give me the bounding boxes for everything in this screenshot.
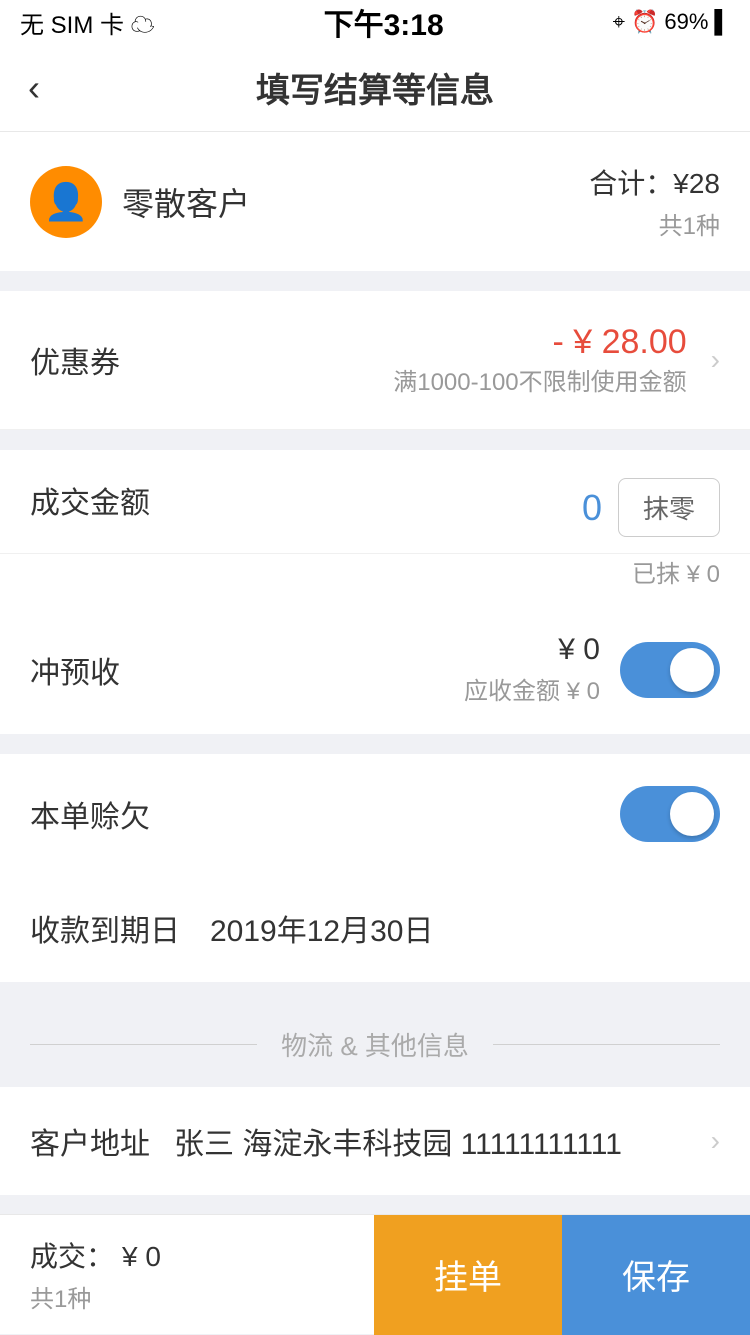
bottom-summary: 成交： ¥ 0 共1种 — [0, 1235, 374, 1314]
prepayment-row: 冲预收 ¥ 0 应收金额 ¥ 0 — [0, 605, 750, 734]
customer-summary: 合计：¥28 共1种 — [589, 162, 720, 241]
prepayment-toggle[interactable] — [620, 642, 720, 698]
duedate-row: 收款到期日 2019年12月30日 — [0, 874, 750, 982]
deal-amount-input[interactable] — [522, 487, 602, 529]
prepayment-section: 冲预收 ¥ 0 应收金额 ¥ 0 — [0, 605, 750, 734]
logistics-line-left — [30, 1044, 257, 1045]
location-icon: ⌖ — [613, 9, 625, 35]
hang-order-button[interactable]: 挂单 — [374, 1215, 562, 1335]
coupon-row[interactable]: 优惠券 - ¥ 28.00 满1000-100不限制使用金额 › — [0, 291, 750, 430]
address-section: 客户地址 张三 海淀永丰科技园 11111111111 › — [0, 1087, 750, 1195]
duedate-section: 收款到期日 2019年12月30日 — [0, 874, 750, 982]
deal-amount-label: 成交金额 — [30, 478, 150, 522]
customer-left: 👤 零散客户 — [30, 166, 250, 238]
deal-amount-sub: 已抹 ¥ 0 — [0, 554, 750, 605]
coupon-chevron-icon: › — [711, 344, 720, 376]
back-button[interactable]: ‹ — [28, 67, 40, 109]
address-value: 张三 海淀永丰科技园 11111111111 — [174, 1119, 703, 1163]
coupon-label: 优惠券 — [30, 338, 120, 382]
duedate-value: 2019年12月30日 — [210, 906, 433, 950]
logistics-header: 物流 & 其他信息 — [0, 1002, 750, 1087]
credit-section: 本单赊欠 — [0, 754, 750, 874]
bottom-deal-line: 成交： ¥ 0 — [30, 1235, 344, 1275]
deal-amount-right: 抹零 — [522, 478, 720, 537]
prepayment-label: 冲预收 — [30, 648, 120, 692]
duedate-label: 收款到期日 — [30, 906, 180, 950]
coupon-discount: - ¥ 28.00 — [393, 323, 686, 362]
credit-toggle[interactable] — [620, 786, 720, 842]
section-divider-1 — [0, 734, 750, 754]
address-label: 客户地址 — [30, 1119, 150, 1163]
battery-icon: ▌ — [714, 9, 730, 35]
customer-avatar-icon: 👤 — [30, 166, 102, 238]
deal-section: 成交金额 抹零 已抹 ¥ 0 — [0, 450, 750, 605]
customer-count: 共1种 — [589, 206, 720, 241]
round-off-button[interactable]: 抹零 — [618, 478, 720, 537]
prepayment-sub: 应收金额 ¥ 0 — [464, 671, 600, 706]
bottom-bar: 成交： ¥ 0 共1种 挂单 保存 — [0, 1214, 750, 1334]
customer-name: 零散客户 — [122, 179, 250, 225]
alarm-icon: ⏰ — [631, 9, 658, 35]
credit-label: 本单赊欠 — [30, 792, 150, 836]
status-left: 无 SIM 卡 ☁ — [20, 5, 155, 40]
status-time: 下午3:18 — [324, 0, 444, 44]
prepayment-right: ¥ 0 应收金额 ¥ 0 — [464, 633, 720, 706]
battery-level: 69% — [664, 9, 708, 35]
coupon-right: - ¥ 28.00 满1000-100不限制使用金额 › — [393, 323, 720, 397]
page-title: 填写结算等信息 — [256, 63, 494, 112]
credit-row: 本单赊欠 — [0, 754, 750, 874]
bottom-deal-amount: ¥ 0 — [122, 1241, 161, 1273]
save-button[interactable]: 保存 — [562, 1215, 750, 1335]
bottom-count: 共1种 — [30, 1279, 344, 1314]
customer-total: 合计：¥28 — [589, 162, 720, 202]
sim-status: 无 SIM 卡 ☁ — [20, 5, 155, 40]
coupon-info: - ¥ 28.00 满1000-100不限制使用金额 — [393, 323, 686, 397]
customer-row: 👤 零散客户 合计：¥28 共1种 — [0, 132, 750, 271]
bottom-deal-label: 成交： — [30, 1235, 114, 1275]
avatar-icon: 👤 — [44, 181, 89, 223]
address-chevron-icon: › — [711, 1125, 720, 1157]
prepayment-main-amount: ¥ 0 — [464, 633, 600, 667]
coupon-desc: 满1000-100不限制使用金额 — [393, 362, 686, 397]
status-right: ⌖ ⏰ 69% ▌ — [613, 9, 730, 35]
prepayment-amount-info: ¥ 0 应收金额 ¥ 0 — [464, 633, 600, 706]
address-row[interactable]: 客户地址 张三 海淀永丰科技园 11111111111 › — [0, 1087, 750, 1195]
coupon-section: 优惠券 - ¥ 28.00 满1000-100不限制使用金额 › — [0, 291, 750, 430]
logistics-text: 物流 & 其他信息 — [257, 1026, 493, 1063]
status-bar: 无 SIM 卡 ☁ 下午3:18 ⌖ ⏰ 69% ▌ — [0, 0, 750, 44]
logistics-line-right — [493, 1044, 720, 1045]
deal-amount-row: 成交金额 抹零 — [0, 450, 750, 554]
nav-bar: ‹ 填写结算等信息 — [0, 44, 750, 132]
